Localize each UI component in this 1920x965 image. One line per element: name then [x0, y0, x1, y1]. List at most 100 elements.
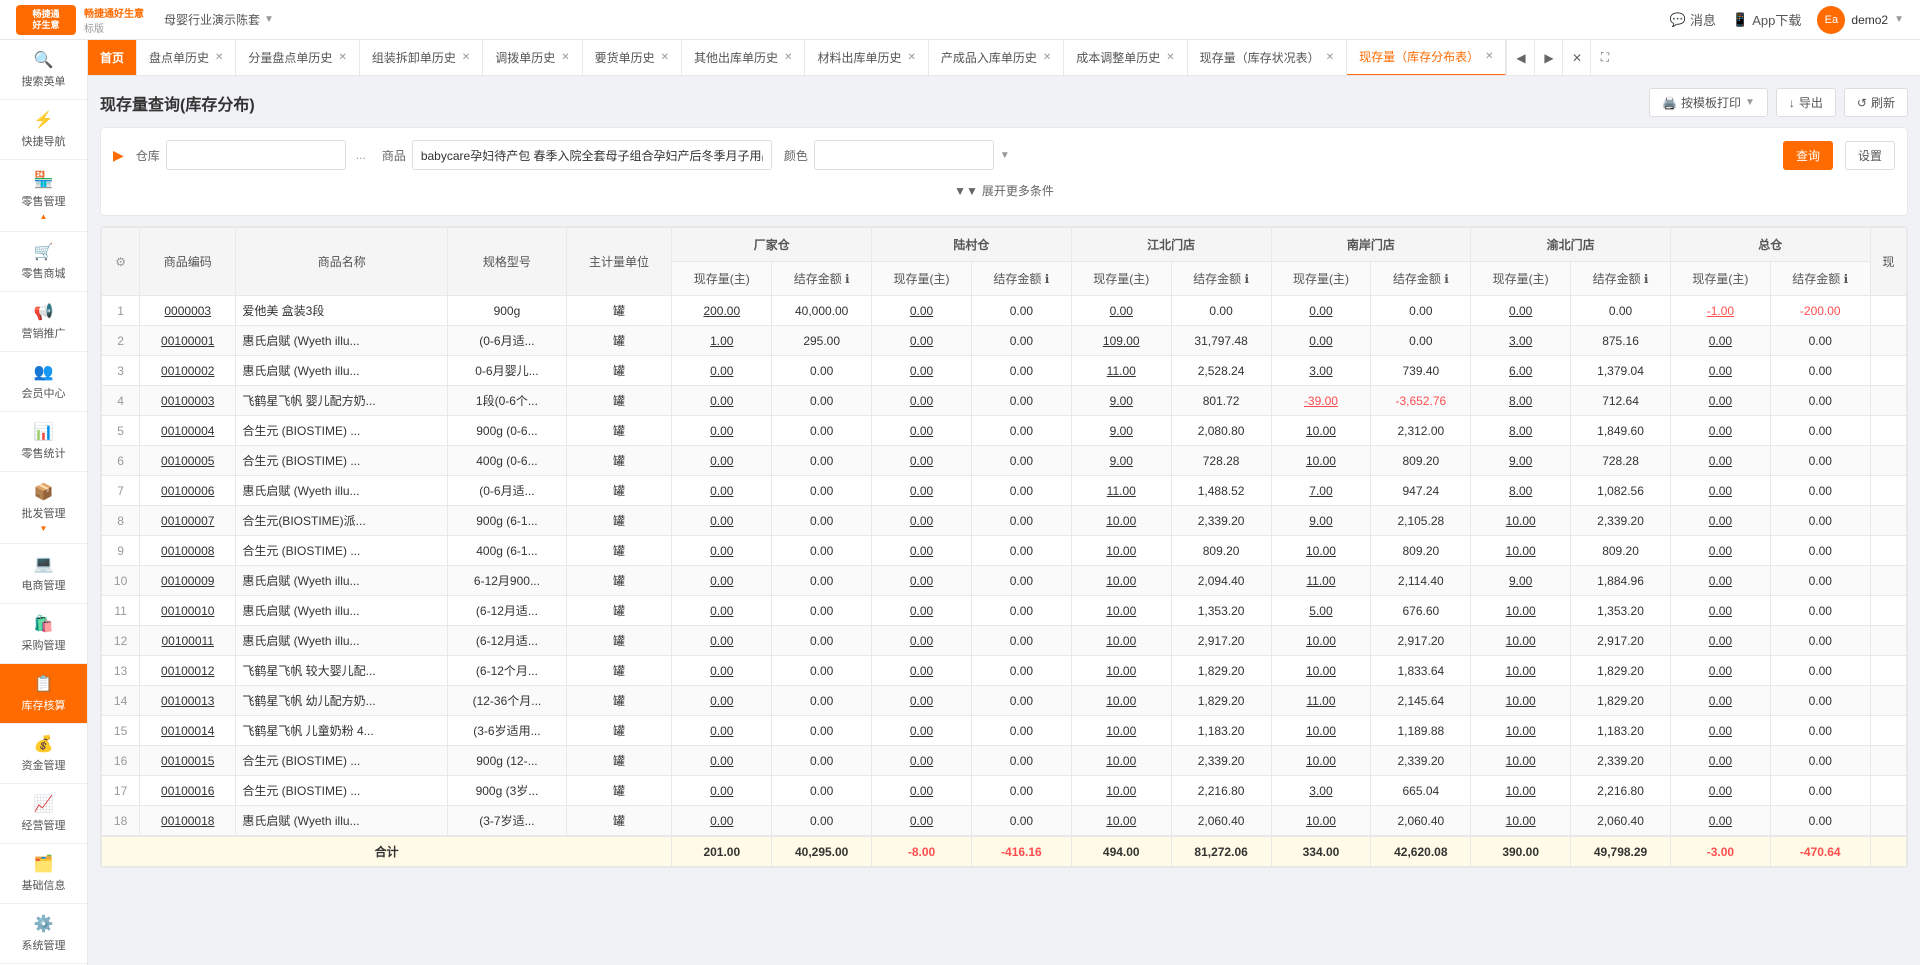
app-download-btn[interactable]: 📱 App下载	[1732, 10, 1801, 29]
cell-jb-stock[interactable]: 0.00	[1071, 296, 1171, 326]
cell-jb-stock[interactable]: 10.00	[1071, 686, 1171, 716]
user-menu[interactable]: Ea demo2 ▼	[1817, 6, 1904, 34]
cell-lc-stock[interactable]: 0.00	[872, 386, 972, 416]
cell-lc-stock[interactable]: 0.00	[872, 536, 972, 566]
cell-fac-stock[interactable]: 0.00	[672, 536, 772, 566]
query-btn[interactable]: 查询	[1783, 141, 1833, 170]
cell-yb-stock[interactable]: 6.00	[1471, 356, 1571, 386]
cell-total-stock[interactable]: 0.00	[1670, 326, 1770, 356]
sidebar-item-retail[interactable]: 🏪 零售管理 ▲	[0, 160, 87, 232]
tab-material-history[interactable]: 材料出库单历史 ✕	[805, 40, 928, 76]
cell-fac-stock[interactable]: 1.00	[672, 326, 772, 356]
color-dropdown-icon[interactable]: ▼	[1000, 150, 1010, 161]
cell-fac-stock[interactable]: 0.00	[672, 566, 772, 596]
cell-fac-stock[interactable]: 0.00	[672, 446, 772, 476]
cell-fac-stock[interactable]: 0.00	[672, 476, 772, 506]
cell-yb-stock[interactable]: 10.00	[1471, 746, 1571, 776]
cell-code[interactable]: 00100016	[140, 776, 236, 806]
cell-fac-stock[interactable]: 0.00	[672, 746, 772, 776]
cell-jb-stock[interactable]: 10.00	[1071, 776, 1171, 806]
tab-order-history[interactable]: 要货单历史 ✕	[583, 40, 682, 76]
sidebar-item-finance[interactable]: 💰 资金管理	[0, 724, 87, 784]
tab-transfer-history-close[interactable]: ✕	[561, 52, 569, 63]
cell-lc-stock[interactable]: 0.00	[872, 566, 972, 596]
refresh-btn[interactable]: ↺ 刷新	[1844, 88, 1908, 117]
cell-jb-stock[interactable]: 10.00	[1071, 656, 1171, 686]
tab-stock-distribution[interactable]: 现存量（库存分布表） ✕	[1347, 40, 1506, 76]
cell-code[interactable]: 00100006	[140, 476, 236, 506]
settings-btn[interactable]: 设置	[1845, 141, 1895, 170]
cell-na-stock[interactable]: 10.00	[1271, 716, 1371, 746]
cell-total-stock[interactable]: 0.00	[1670, 506, 1770, 536]
tab-stock-history-close[interactable]: ✕	[215, 52, 223, 63]
sidebar-item-member[interactable]: 👥 会员中心	[0, 352, 87, 412]
warehouse-ellipsis[interactable]: ...	[352, 148, 370, 162]
cell-total-stock[interactable]: 0.00	[1670, 536, 1770, 566]
cell-total-stock[interactable]: 0.00	[1670, 746, 1770, 776]
tab-prev-btn[interactable]: ◀	[1506, 40, 1534, 76]
cell-lc-stock[interactable]: 0.00	[872, 326, 972, 356]
cell-jb-stock[interactable]: 11.00	[1071, 356, 1171, 386]
cell-na-stock[interactable]: 3.00	[1271, 776, 1371, 806]
cell-fac-stock[interactable]: 0.00	[672, 386, 772, 416]
warehouse-input[interactable]	[166, 140, 346, 170]
sidebar-item-retail-stats[interactable]: 📊 零售统计	[0, 412, 87, 472]
cell-yb-stock[interactable]: 8.00	[1471, 416, 1571, 446]
tab-material-history-close[interactable]: ✕	[907, 52, 915, 63]
cell-fac-stock[interactable]: 0.00	[672, 716, 772, 746]
cell-total-stock[interactable]: 0.00	[1670, 386, 1770, 416]
cell-fac-stock[interactable]: 0.00	[672, 596, 772, 626]
sidebar-item-system[interactable]: ⚙️ 系统管理	[0, 904, 87, 964]
cell-lc-stock[interactable]: 0.00	[872, 776, 972, 806]
cell-total-stock[interactable]: 0.00	[1670, 356, 1770, 386]
cell-total-stock[interactable]: 0.00	[1670, 596, 1770, 626]
cell-total-stock[interactable]: 0.00	[1670, 446, 1770, 476]
cell-yb-stock[interactable]: 8.00	[1471, 386, 1571, 416]
cell-lc-stock[interactable]: 0.00	[872, 446, 972, 476]
sidebar-item-wholesale[interactable]: 📦 批发管理 ▼	[0, 472, 87, 544]
color-input[interactable]	[814, 140, 994, 170]
tab-stock-history[interactable]: 盘点单历史 ✕	[137, 40, 236, 76]
cell-code[interactable]: 00100010	[140, 596, 236, 626]
export-btn[interactable]: ↓ 导出	[1776, 88, 1836, 117]
cell-yb-stock[interactable]: 9.00	[1471, 446, 1571, 476]
cell-yb-stock[interactable]: 10.00	[1471, 776, 1571, 806]
cell-fac-stock[interactable]: 200.00	[672, 296, 772, 326]
cell-fac-stock[interactable]: 0.00	[672, 686, 772, 716]
cell-na-stock[interactable]: 10.00	[1271, 446, 1371, 476]
cell-na-stock[interactable]: 10.00	[1271, 536, 1371, 566]
cell-fac-stock[interactable]: 0.00	[672, 626, 772, 656]
cell-jb-stock[interactable]: 10.00	[1071, 506, 1171, 536]
cell-total-stock[interactable]: 0.00	[1670, 416, 1770, 446]
cell-fac-stock[interactable]: 0.00	[672, 506, 772, 536]
cell-fac-stock[interactable]: 0.00	[672, 776, 772, 806]
cell-na-stock[interactable]: 11.00	[1271, 686, 1371, 716]
sidebar-item-inventory[interactable]: 📋 库存核算	[0, 664, 87, 724]
cell-lc-stock[interactable]: 0.00	[872, 506, 972, 536]
cell-code[interactable]: 00100014	[140, 716, 236, 746]
tab-next-btn[interactable]: ▶	[1534, 40, 1562, 76]
cell-jb-stock[interactable]: 10.00	[1071, 716, 1171, 746]
cell-yb-stock[interactable]: 10.00	[1471, 626, 1571, 656]
cell-yb-stock[interactable]: 0.00	[1471, 296, 1571, 326]
cell-jb-stock[interactable]: 109.00	[1071, 326, 1171, 356]
cell-code[interactable]: 00100002	[140, 356, 236, 386]
cell-yb-stock[interactable]: 10.00	[1471, 656, 1571, 686]
tab-order-history-close[interactable]: ✕	[661, 52, 669, 63]
cell-total-stock[interactable]: 0.00	[1670, 776, 1770, 806]
cell-jb-stock[interactable]: 10.00	[1071, 746, 1171, 776]
tab-stock-status[interactable]: 现存量（库存状况表） ✕	[1188, 40, 1347, 76]
cell-code[interactable]: 0000003	[140, 296, 236, 326]
cell-na-stock[interactable]: 5.00	[1271, 596, 1371, 626]
industry-selector[interactable]: 母婴行业演示陈套	[164, 11, 260, 28]
cell-code[interactable]: 00100015	[140, 746, 236, 776]
cell-code[interactable]: 00100007	[140, 506, 236, 536]
tab-transfer-history[interactable]: 调拨单历史 ✕	[483, 40, 582, 76]
tab-fullscreen-btn[interactable]: ⛶	[1590, 40, 1618, 76]
tab-stock-status-close[interactable]: ✕	[1326, 52, 1334, 63]
cell-code[interactable]: 00100018	[140, 806, 236, 837]
cell-total-stock[interactable]: 0.00	[1670, 686, 1770, 716]
cell-na-stock[interactable]: 10.00	[1271, 656, 1371, 686]
sidebar-item-ecommerce[interactable]: 💻 电商管理	[0, 544, 87, 604]
cell-yb-stock[interactable]: 10.00	[1471, 686, 1571, 716]
